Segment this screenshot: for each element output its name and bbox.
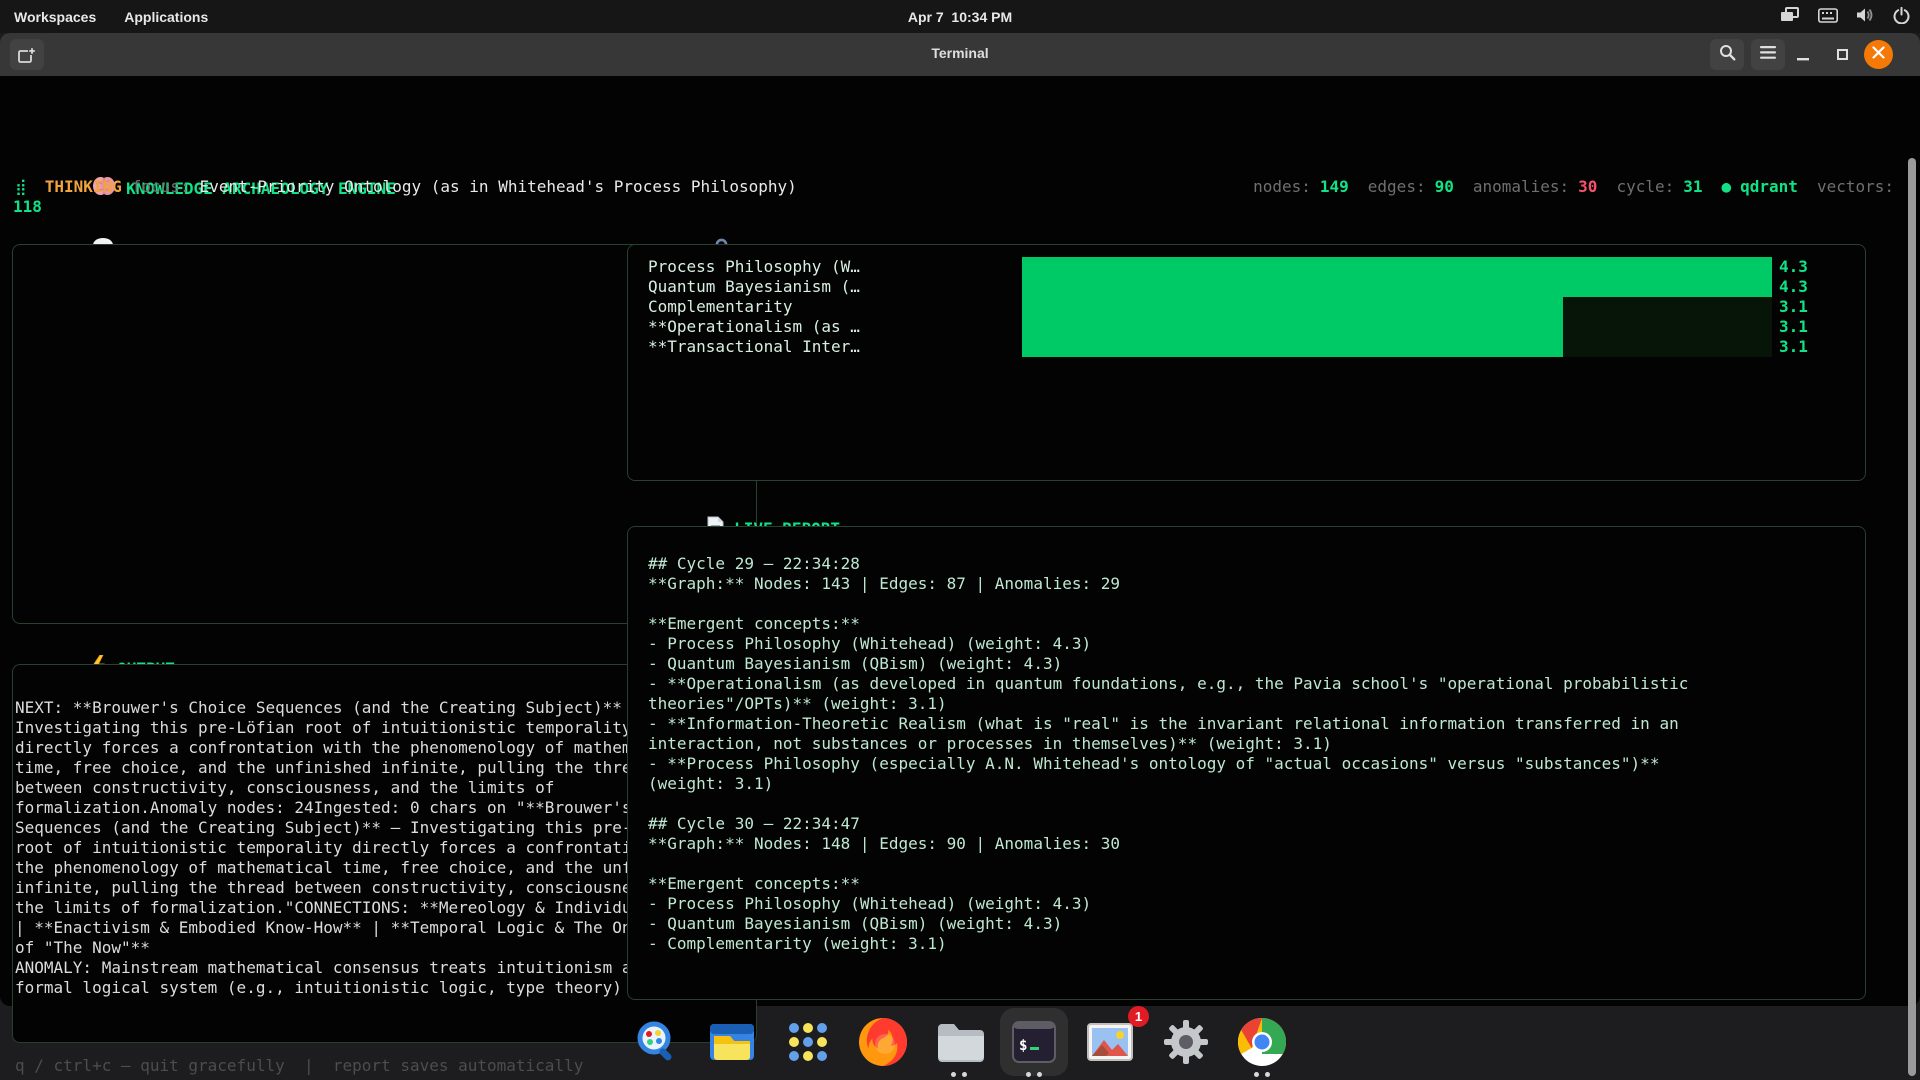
running-indicator: [962, 1072, 967, 1077]
terminal-titlebar[interactable]: Terminal: [0, 33, 1920, 76]
window-title: Terminal: [931, 45, 989, 61]
desktop: Workspaces Applications Apr 7 10:34 PM T…: [0, 0, 1920, 1080]
bar-value: 3.1: [1779, 337, 1808, 356]
qdrant-status-dot: ●: [1721, 177, 1732, 196]
window-switcher-icon[interactable]: [1780, 7, 1800, 26]
bar-label: **Transactional Inter…: [648, 337, 860, 356]
top-system-bar: Workspaces Applications Apr 7 10:34 PM: [0, 0, 1920, 33]
maximize-button[interactable]: [1825, 39, 1859, 70]
svg-text:$: $: [1019, 1038, 1027, 1054]
nodes-value: 149: [1319, 177, 1349, 196]
running-indicator: [1265, 1072, 1270, 1077]
report-text: ## Cycle 29 — 22:34:28 **Graph:** Nodes:…: [648, 554, 1689, 953]
bar: [1022, 317, 1563, 337]
vectors-value-wrapped: 118: [13, 197, 42, 216]
workspaces-menu[interactable]: Workspaces: [0, 0, 110, 33]
chrome-icon[interactable]: [1234, 1014, 1290, 1070]
applications-menu[interactable]: Applications: [110, 0, 222, 33]
engine-state: THINKING: [44, 177, 122, 196]
bar-label: Quantum Bayesianism (…: [648, 277, 860, 296]
power-icon[interactable]: [1893, 6, 1910, 27]
menu-button[interactable]: [1751, 39, 1785, 70]
close-button[interactable]: [1864, 40, 1893, 69]
cycle-label: cycle:: [1616, 177, 1675, 196]
bar-value: 3.1: [1779, 317, 1808, 336]
close-icon: [1872, 45, 1885, 64]
bar-value: 4.3: [1779, 257, 1808, 276]
terminal-icon[interactable]: $: [1006, 1014, 1062, 1070]
cycle-value: 31: [1683, 177, 1703, 196]
hamburger-icon: [1760, 45, 1776, 64]
bar-label: Process Philosophy (W…: [648, 257, 860, 276]
bar: [1022, 297, 1563, 317]
anomalies-value: 30: [1578, 177, 1598, 196]
firefox-icon[interactable]: [855, 1014, 911, 1070]
edges-label: edges:: [1367, 177, 1426, 196]
bar: [1022, 277, 1772, 297]
keyboard-icon[interactable]: [1818, 7, 1838, 26]
files-app-icon[interactable]: [704, 1014, 760, 1070]
edges-value: 90: [1434, 177, 1454, 196]
running-indicator: [1254, 1072, 1259, 1077]
terminal-content[interactable]: KNOWLEDGE ARCHAEOLOGY ENGINE ⣾ THINKING fo…: [0, 76, 1920, 1076]
app-grid-icon[interactable]: [780, 1014, 836, 1070]
bar-label: Complementarity: [648, 297, 793, 316]
search-button[interactable]: [1710, 39, 1744, 70]
file-manager-icon[interactable]: [931, 1014, 987, 1070]
status-line-right: nodes: 149 edges: 90 anomalies: 30 cycle: 31 ● qd…: [1253, 177, 1894, 197]
anomalies-label: anomalies:: [1472, 177, 1570, 196]
bar: [1022, 337, 1563, 357]
screenshot-tool-icon[interactable]: [628, 1014, 684, 1070]
status-line-left: ⣾ THINKING focus: Event-Priority Ontology (…: [15, 177, 797, 197]
running-indicator: [1026, 1072, 1031, 1077]
clock[interactable]: Apr 7 10:34 PM: [0, 9, 1920, 25]
terminal-scrollbar[interactable]: [1908, 158, 1916, 1076]
volume-icon[interactable]: [1856, 7, 1875, 26]
bar-value: 4.3: [1779, 277, 1808, 296]
vectors-label: vectors:: [1816, 177, 1894, 196]
bar-value: 3.1: [1779, 297, 1808, 316]
running-indicator: [1037, 1072, 1042, 1077]
bar: [1022, 257, 1772, 277]
qdrant-label: qdrant: [1740, 177, 1798, 196]
nodes-label: nodes:: [1253, 177, 1311, 196]
focus-value: Event-Priority Ontology (as in Whitehead…: [199, 177, 797, 196]
bar-label: **Operationalism (as …: [648, 317, 860, 336]
running-indicator: [951, 1072, 956, 1077]
spinner-icon: ⣾: [15, 177, 27, 196]
help-footer: q / ctrl+c — quit gracefully | report sa…: [15, 1056, 584, 1075]
settings-icon[interactable]: [1158, 1014, 1214, 1070]
notification-badge: 1: [1128, 1006, 1149, 1027]
search-icon: [1719, 44, 1736, 66]
minimize-button[interactable]: [1786, 39, 1820, 70]
focus-label: focus:: [131, 177, 190, 196]
output-text: NEXT: **Brouwer's Choice Sequences (and …: [15, 698, 699, 997]
